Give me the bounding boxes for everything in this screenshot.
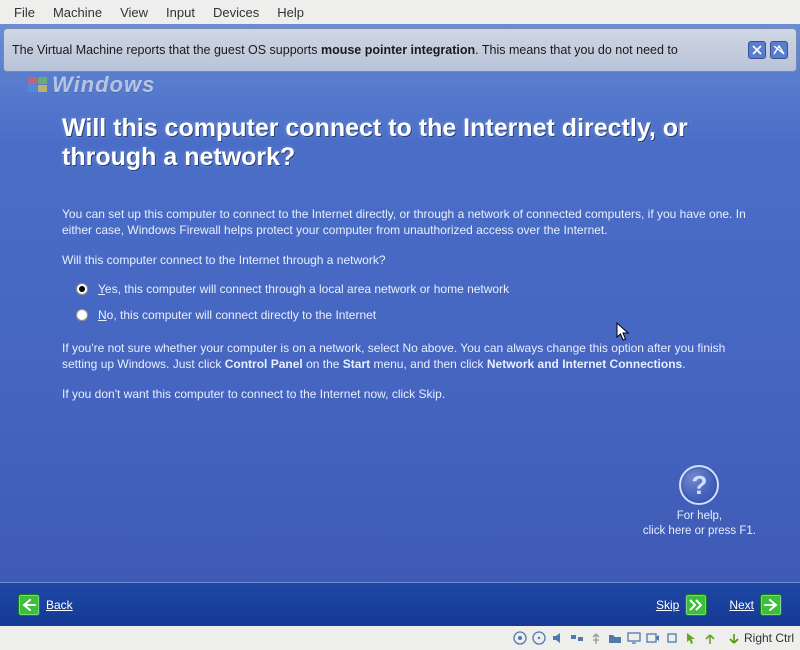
arrow-left-icon [18,594,40,616]
setup-content: Will this computer connect to the Intern… [62,114,758,417]
sb-mouse-integration-icon[interactable] [683,630,699,646]
sb-optical-icon[interactable] [531,630,547,646]
hostkey-arrow-icon [727,631,741,645]
help-block: ? For help, click here or press F1. [643,465,756,538]
radio-no-label: No, this computer will connect directly … [98,308,376,322]
notification-text-bold: mouse pointer integration [321,43,475,57]
sb-cpu-icon[interactable] [664,630,680,646]
notification-text-post: . This means that you do not need to [475,43,678,57]
radio-yes-dot [76,283,88,295]
wizard-footer: Back Skip Next [0,582,800,626]
radio-yes-label: Yes, this computer will connect through … [98,282,509,296]
menu-file[interactable]: File [6,3,43,22]
menu-help[interactable]: Help [269,3,312,22]
sb-network-icon[interactable] [569,630,585,646]
next-label: Next [729,598,754,612]
skip-button[interactable]: Skip [656,594,707,616]
notification-text-pre: The Virtual Machine reports that the gue… [12,43,321,57]
sb-display-icon[interactable] [626,630,642,646]
notification-text: The Virtual Machine reports that the gue… [12,43,678,57]
brand-windows: Windows [52,72,155,97]
page-title: Will this computer connect to the Intern… [62,114,758,172]
sb-audio-icon[interactable] [550,630,566,646]
sb-usb-icon[interactable] [588,630,604,646]
question-text: Will this computer connect to the Intern… [62,252,758,268]
radio-yes[interactable]: Yes, this computer will connect through … [76,282,758,296]
radio-no-dot [76,309,88,321]
intro-paragraph: You can set up this computer to connect … [62,206,758,238]
arrow-right-icon [760,594,782,616]
sb-keyboard-captured-icon[interactable] [702,630,718,646]
sb-hdd-icon[interactable] [512,630,528,646]
vm-display: The Virtual Machine reports that the gue… [0,24,800,626]
menu-input[interactable]: Input [158,3,203,22]
back-label: Back [46,598,73,612]
notification-close-icon[interactable] [748,41,766,59]
hostkey-label: Right Ctrl [744,631,794,645]
notification-suppress-icon[interactable] [770,41,788,59]
help-line2: click here or press F1. [643,524,756,538]
radio-group: Yes, this computer will connect through … [76,282,758,322]
sb-shared-folder-icon[interactable] [607,630,623,646]
menu-view[interactable]: View [112,3,156,22]
help-icon[interactable]: ? [679,465,719,505]
notification-bar: The Virtual Machine reports that the gue… [3,28,797,72]
host-menubar: File Machine View Input Devices Help [0,0,800,24]
next-button[interactable]: Next [729,594,782,616]
skip-hint: If you don't want this computer to conne… [62,386,758,402]
skip-label: Skip [656,598,679,612]
menu-machine[interactable]: Machine [45,3,110,22]
windows-flag-icon [28,73,48,89]
back-button[interactable]: Back [18,594,73,616]
help-line1: For help, [643,509,756,523]
sb-recording-icon[interactable] [645,630,661,646]
radio-no[interactable]: No, this computer will connect directly … [76,308,758,322]
host-statusbar: Right Ctrl [0,626,800,650]
menu-devices[interactable]: Devices [205,3,267,22]
hint-paragraph: If you're not sure whether your computer… [62,340,758,372]
skip-icon [685,594,707,616]
hostkey-indicator[interactable]: Right Ctrl [727,631,794,645]
